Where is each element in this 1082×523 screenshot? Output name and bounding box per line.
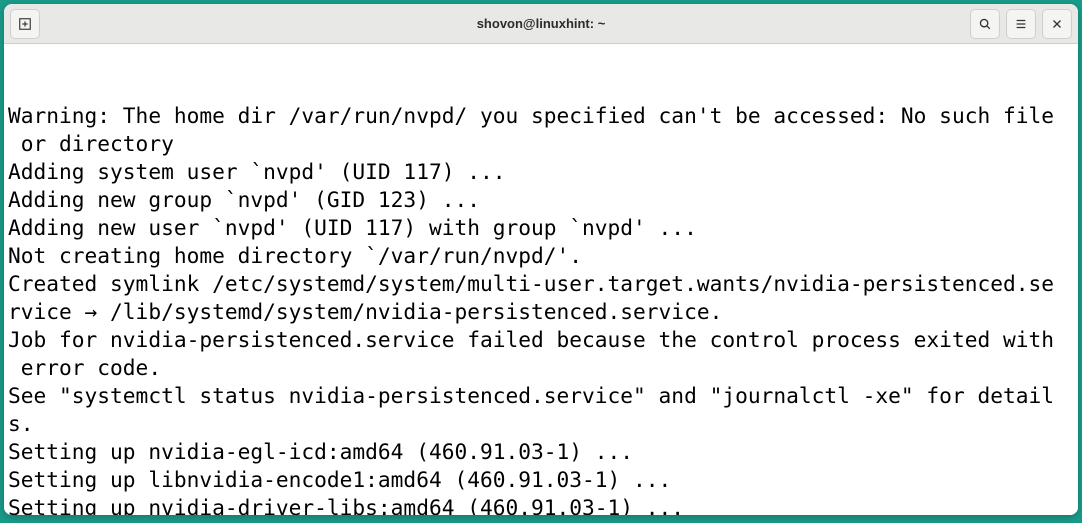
terminal-line: Job for nvidia-persistenced.service fail… — [8, 326, 1074, 354]
window-title: shovon@linuxhint: ~ — [477, 16, 606, 31]
menu-button[interactable] — [1006, 9, 1036, 39]
terminal-line: or directory — [8, 130, 1074, 158]
terminal-line: Adding new group `nvpd' (GID 123) ... — [8, 186, 1074, 214]
terminal-body: Warning: The home dir /var/run/nvpd/ you… — [8, 102, 1074, 515]
new-tab-icon — [18, 17, 32, 31]
hamburger-icon — [1014, 17, 1028, 31]
close-button[interactable] — [1042, 9, 1072, 39]
titlebar: shovon@linuxhint: ~ — [4, 4, 1078, 44]
search-button[interactable] — [970, 9, 1000, 39]
terminal-line: Created symlink /etc/systemd/system/mult… — [8, 270, 1074, 298]
terminal-line: Setting up nvidia-egl-icd:amd64 (460.91.… — [8, 438, 1074, 466]
terminal-line: error code. — [8, 354, 1074, 382]
terminal-line: Setting up libnvidia-encode1:amd64 (460.… — [8, 466, 1074, 494]
close-icon — [1050, 17, 1064, 31]
terminal-line: Adding system user `nvpd' (UID 117) ... — [8, 158, 1074, 186]
search-icon — [978, 17, 992, 31]
terminal-line: Setting up nvidia-driver-libs:amd64 (460… — [8, 494, 1074, 515]
terminal-line: s. — [8, 410, 1074, 438]
new-tab-button[interactable] — [10, 9, 40, 39]
terminal-line: See "systemctl status nvidia-persistence… — [8, 382, 1074, 410]
terminal-line: Not creating home directory `/var/run/nv… — [8, 242, 1074, 270]
terminal-line: Adding new user `nvpd' (UID 117) with gr… — [8, 214, 1074, 242]
terminal-line: rvice → /lib/systemd/system/nvidia-persi… — [8, 298, 1074, 326]
terminal-line: Warning: The home dir /var/run/nvpd/ you… — [8, 102, 1074, 130]
terminal-window: shovon@linuxhint: ~ — [4, 4, 1078, 515]
terminal-output[interactable]: Warning: The home dir /var/run/nvpd/ you… — [4, 44, 1078, 515]
